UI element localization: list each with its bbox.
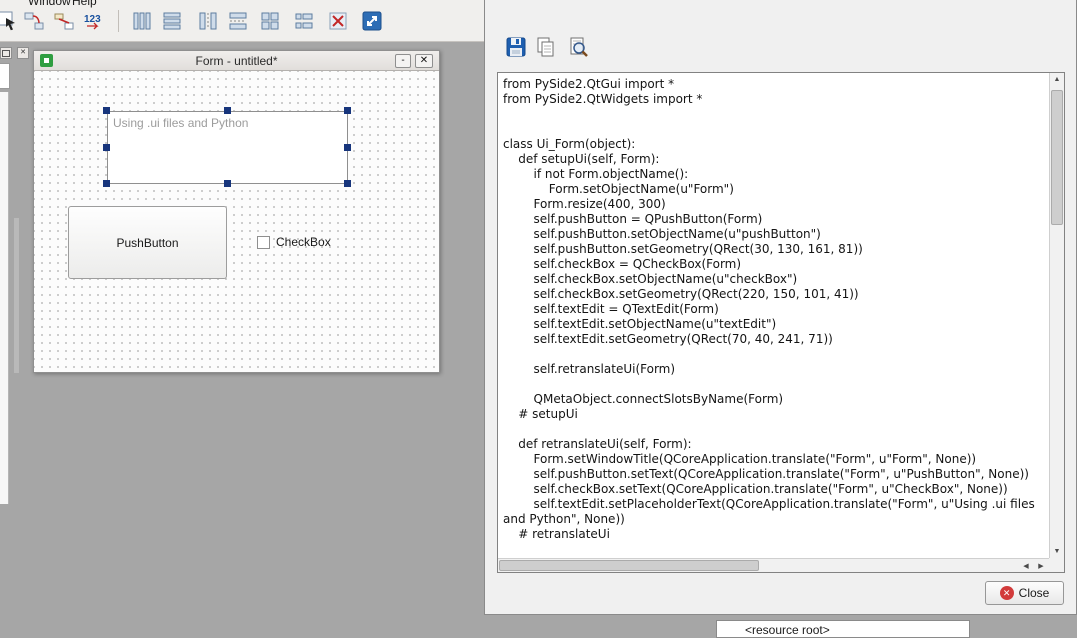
form-canvas[interactable]: Using .ui files and Python PushButton Ch… — [34, 71, 439, 372]
layout-grid-icon — [260, 11, 280, 31]
layout-horizontal-splitter-button[interactable] — [196, 9, 220, 33]
adjust-size-button[interactable] — [360, 9, 384, 33]
scroll-right-arrow-icon[interactable]: ▶ — [1034, 562, 1048, 570]
form-editor-window: Form - untitled* - ✕ Using .ui files and… — [33, 50, 440, 373]
save-icon — [505, 36, 527, 58]
selection-handle-top-center[interactable] — [224, 107, 231, 114]
form-minimize-button[interactable]: - — [395, 54, 411, 68]
layout-grid-button[interactable] — [258, 9, 282, 33]
selection-handle-bottom-center[interactable] — [224, 180, 231, 187]
edit-signals-slots-icon — [24, 11, 44, 31]
svg-text:123: 123 — [84, 14, 101, 25]
resource-root-label: <resource root> — [745, 623, 830, 637]
edit-tab-order-icon: 123 — [83, 10, 105, 32]
scrollbar-corner — [1049, 558, 1064, 572]
form-window-title: Form - untitled* — [34, 54, 439, 68]
edit-widgets-icon — [0, 11, 18, 31]
edit-buddies-button[interactable] — [52, 9, 76, 33]
textedit-widget[interactable]: Using .ui files and Python — [107, 111, 348, 184]
edit-signals-slots-button[interactable] — [22, 9, 46, 33]
widgetbox-scrollbar-fragment[interactable] — [14, 218, 19, 373]
edit-widgets-button[interactable] — [0, 9, 20, 33]
layout-vertical-splitter-button[interactable] — [226, 9, 250, 33]
pushbutton-widget[interactable]: PushButton — [68, 206, 227, 279]
selection-handle-bottom-right[interactable] — [344, 180, 351, 187]
python-code-dialog: from PySide2.QtGui import * from PySide2… — [484, 0, 1077, 615]
pushbutton-label: PushButton — [116, 236, 178, 250]
dock-close-button[interactable]: ✕ — [17, 47, 29, 59]
scroll-down-arrow-icon[interactable]: ▼ — [1050, 548, 1064, 555]
layout-vertical-button[interactable] — [160, 9, 184, 33]
selection-handle-bottom-left[interactable] — [103, 180, 110, 187]
resource-root-item[interactable]: <resource root> — [716, 620, 970, 638]
copy-button[interactable] — [535, 36, 559, 60]
layout-form-icon — [294, 11, 314, 31]
dock-restore-button[interactable] — [0, 47, 12, 59]
close-button[interactable]: ✕ Close — [985, 581, 1064, 605]
layout-horizontal-icon — [132, 11, 152, 31]
vertical-scrollbar-thumb[interactable] — [1051, 90, 1063, 225]
selection-handle-top-left[interactable] — [103, 107, 110, 114]
copy-icon — [535, 36, 557, 58]
form-titlebar[interactable]: Form - untitled* - ✕ — [34, 51, 439, 71]
break-layout-icon — [328, 11, 348, 31]
horizontal-scrollbar[interactable]: ◀ ▶ — [498, 558, 1049, 572]
close-red-x-icon: ✕ — [1000, 586, 1014, 600]
layout-horizontal-button[interactable] — [130, 9, 154, 33]
break-layout-button[interactable] — [326, 9, 350, 33]
layout-vertical-icon — [162, 11, 182, 31]
save-button[interactable] — [505, 36, 529, 60]
edit-tab-order-button[interactable]: 123 — [82, 9, 106, 33]
find-button[interactable] — [567, 36, 591, 60]
close-button-label: Close — [1019, 586, 1050, 600]
widgetbox-filter-fragment[interactable] — [0, 63, 10, 89]
layout-vertical-splitter-icon — [228, 11, 248, 31]
layout-horizontal-splitter-icon — [198, 11, 218, 31]
textedit-placeholder: Using .ui files and Python — [113, 116, 248, 130]
checkbox-widget[interactable] — [257, 236, 270, 249]
scroll-left-arrow-icon[interactable]: ◀ — [1019, 562, 1033, 570]
code-view[interactable]: from PySide2.QtGui import * from PySide2… — [497, 72, 1065, 573]
vertical-scrollbar[interactable]: ▲ ▼ — [1049, 73, 1064, 558]
edit-buddies-icon — [54, 11, 74, 31]
widgetbox-panel-edge — [0, 92, 9, 504]
main-window-chrome: Window Help 123 — [0, 0, 484, 42]
horizontal-scrollbar-thumb[interactable] — [499, 560, 759, 571]
toolbar-separator — [118, 10, 119, 32]
generated-python-code: from PySide2.QtGui import * from PySide2… — [503, 77, 1048, 542]
checkbox-label: CheckBox — [276, 236, 331, 249]
adjust-size-icon — [361, 10, 383, 32]
find-icon — [567, 36, 589, 58]
selection-handle-mid-right[interactable] — [344, 144, 351, 151]
selection-handle-top-right[interactable] — [344, 107, 351, 114]
scroll-up-arrow-icon[interactable]: ▲ — [1050, 76, 1064, 83]
menu-help[interactable]: Help — [72, 0, 97, 8]
form-close-button[interactable]: ✕ — [415, 54, 433, 68]
selection-handle-mid-left[interactable] — [103, 144, 110, 151]
menu-window[interactable]: Window — [28, 0, 71, 8]
layout-form-button[interactable] — [292, 9, 316, 33]
